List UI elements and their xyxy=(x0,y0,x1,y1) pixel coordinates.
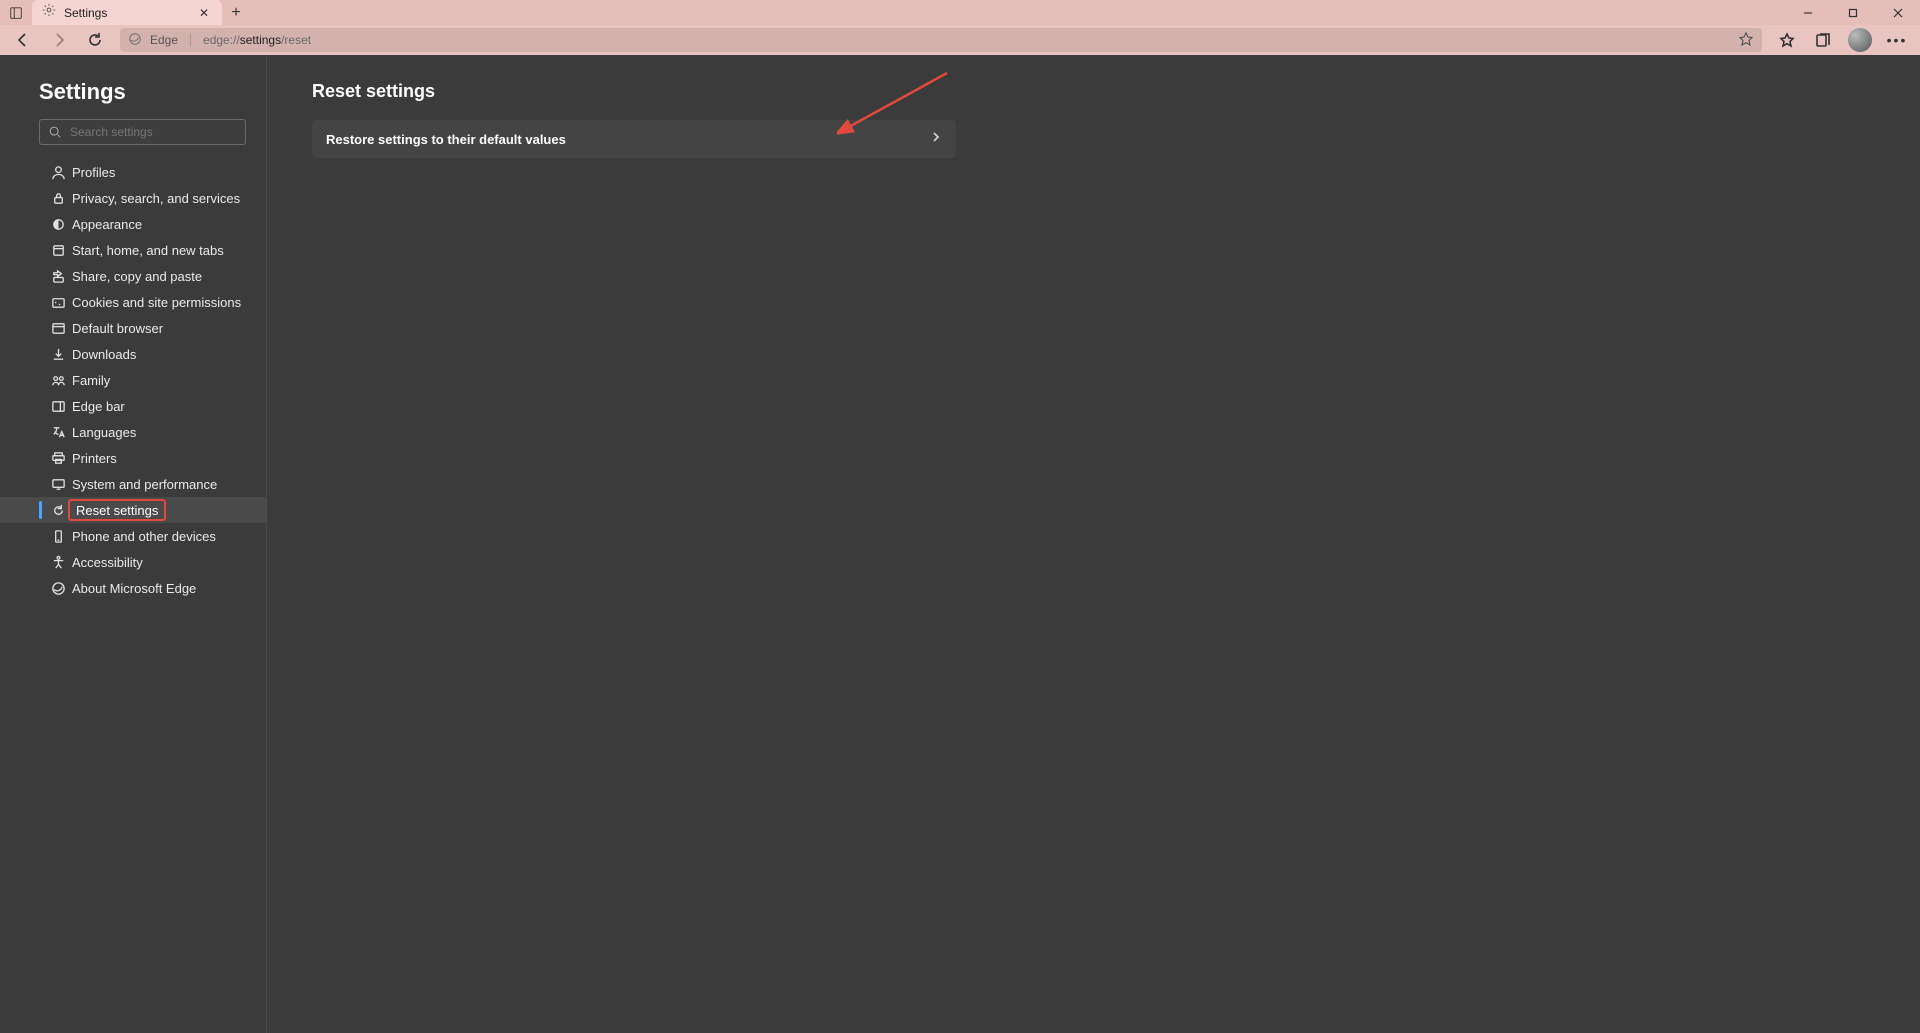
sidebar-item-label: Accessibility xyxy=(72,555,143,570)
sidebar-item-family[interactable]: Family xyxy=(0,367,266,393)
sidebar-item-edge-bar[interactable]: Edge bar xyxy=(0,393,266,419)
window-maximize-button[interactable] xyxy=(1830,0,1875,25)
profile-avatar[interactable] xyxy=(1848,28,1872,52)
sidebar-item-label: Family xyxy=(72,373,110,388)
sidebar-item-label: Share, copy and paste xyxy=(72,269,202,284)
family-icon xyxy=(50,372,66,388)
back-button[interactable] xyxy=(6,25,40,55)
chevron-right-icon xyxy=(930,130,942,148)
refresh-button[interactable] xyxy=(78,25,112,55)
sidebar-item-start-home-and-new-tabs[interactable]: Start, home, and new tabs xyxy=(0,237,266,263)
page-title: Reset settings xyxy=(312,81,1875,102)
sidebar-item-label: System and performance xyxy=(72,477,217,492)
annotation-arrow xyxy=(837,68,957,138)
sidebar-item-label: Printers xyxy=(72,451,117,466)
site-identity-label: Edge xyxy=(150,33,178,47)
gear-icon xyxy=(42,3,56,22)
sidebar-item-label: Appearance xyxy=(72,217,142,232)
restore-defaults-card[interactable]: Restore settings to their default values xyxy=(312,120,956,158)
sidebar-item-accessibility[interactable]: Accessibility xyxy=(0,549,266,575)
sidebar-item-cookies-and-site-permissions[interactable]: Cookies and site permissions xyxy=(0,289,266,315)
sidebar-item-share-copy-and-paste[interactable]: Share, copy and paste xyxy=(0,263,266,289)
share-icon xyxy=(50,268,66,284)
tab-title: Settings xyxy=(64,6,188,20)
profile-icon xyxy=(50,164,66,180)
sidebar-item-system-and-performance[interactable]: System and performance xyxy=(0,471,266,497)
language-icon xyxy=(50,424,66,440)
sidebar-item-default-browser[interactable]: Default browser xyxy=(0,315,266,341)
sidebar-item-phone-and-other-devices[interactable]: Phone and other devices xyxy=(0,523,266,549)
settings-nav: Profiles Privacy, search, and services App… xyxy=(0,159,266,601)
reset-icon xyxy=(50,502,66,518)
system-icon xyxy=(50,476,66,492)
printer-icon xyxy=(50,450,66,466)
sidebar-item-label: Privacy, search, and services xyxy=(72,191,240,206)
sidebar-item-downloads[interactable]: Downloads xyxy=(0,341,266,367)
search-field[interactable] xyxy=(70,125,237,139)
new-tab-button[interactable]: + xyxy=(222,0,250,25)
sidebar-item-appearance[interactable]: Appearance xyxy=(0,211,266,237)
home-icon xyxy=(50,242,66,258)
edge-icon xyxy=(50,580,66,596)
tab-actions-button[interactable] xyxy=(0,0,32,25)
lock-icon xyxy=(50,190,66,206)
settings-main: Reset settings Restore settings to their… xyxy=(267,55,1920,1033)
settings-sidebar: Settings Profiles Privacy, search, and se… xyxy=(0,55,267,1033)
favorite-url-button[interactable] xyxy=(1738,31,1754,50)
sidebar-item-label: Downloads xyxy=(72,347,136,362)
search-icon xyxy=(48,125,62,139)
edge-site-icon xyxy=(128,32,142,49)
titlebar-left: Settings ✕ + xyxy=(0,0,250,25)
sidebar-item-label: Edge bar xyxy=(72,399,125,414)
sidebar-item-label: About Microsoft Edge xyxy=(72,581,196,596)
browser-icon xyxy=(50,320,66,336)
browser-tab-settings[interactable]: Settings ✕ xyxy=(32,0,222,25)
window-titlebar: Settings ✕ + xyxy=(0,0,1920,25)
collections-button[interactable] xyxy=(1806,32,1840,48)
download-icon xyxy=(50,346,66,362)
close-tab-button[interactable]: ✕ xyxy=(196,5,212,21)
sidebar-item-printers[interactable]: Printers xyxy=(0,445,266,471)
sidebar-item-label: Start, home, and new tabs xyxy=(72,243,224,258)
url-text: edge://settings/reset xyxy=(203,33,311,47)
sidebar-item-label: Default browser xyxy=(72,321,163,336)
sidebar-item-privacy-search-and-services[interactable]: Privacy, search, and services xyxy=(0,185,266,211)
sidebar-item-label: Phone and other devices xyxy=(72,529,216,544)
window-close-button[interactable] xyxy=(1875,0,1920,25)
cookie-icon xyxy=(50,294,66,310)
app-menu-button[interactable]: ••• xyxy=(1880,32,1914,48)
address-bar[interactable]: Edge edge://settings/reset xyxy=(120,28,1762,52)
sidebar-item-profiles[interactable]: Profiles xyxy=(0,159,266,185)
favorites-button[interactable] xyxy=(1770,32,1804,48)
sidebar-item-label: Profiles xyxy=(72,165,115,180)
window-minimize-button[interactable] xyxy=(1785,0,1830,25)
phone-icon xyxy=(50,528,66,544)
content-area: Settings Profiles Privacy, search, and se… xyxy=(0,55,1920,1033)
forward-button[interactable] xyxy=(42,25,76,55)
search-settings-input[interactable] xyxy=(39,119,246,145)
sidebar-item-label: Languages xyxy=(72,425,136,440)
appearance-icon xyxy=(50,216,66,232)
toolbar-right: ••• xyxy=(1770,28,1914,52)
sidebar-item-reset-settings[interactable]: Reset settings xyxy=(0,497,266,523)
annotation-highlight: Reset settings xyxy=(68,499,166,521)
sidebar-title: Settings xyxy=(0,79,266,119)
accessibility-icon xyxy=(50,554,66,570)
sidebar-item-label: Cookies and site permissions xyxy=(72,295,241,310)
restore-defaults-label: Restore settings to their default values xyxy=(326,132,566,147)
sidebar-item-label: Reset settings xyxy=(76,503,158,518)
browser-toolbar: Edge edge://settings/reset ••• xyxy=(0,25,1920,55)
sidebar-item-about-microsoft-edge[interactable]: About Microsoft Edge xyxy=(0,575,266,601)
edgebar-icon xyxy=(50,398,66,414)
sidebar-item-languages[interactable]: Languages xyxy=(0,419,266,445)
